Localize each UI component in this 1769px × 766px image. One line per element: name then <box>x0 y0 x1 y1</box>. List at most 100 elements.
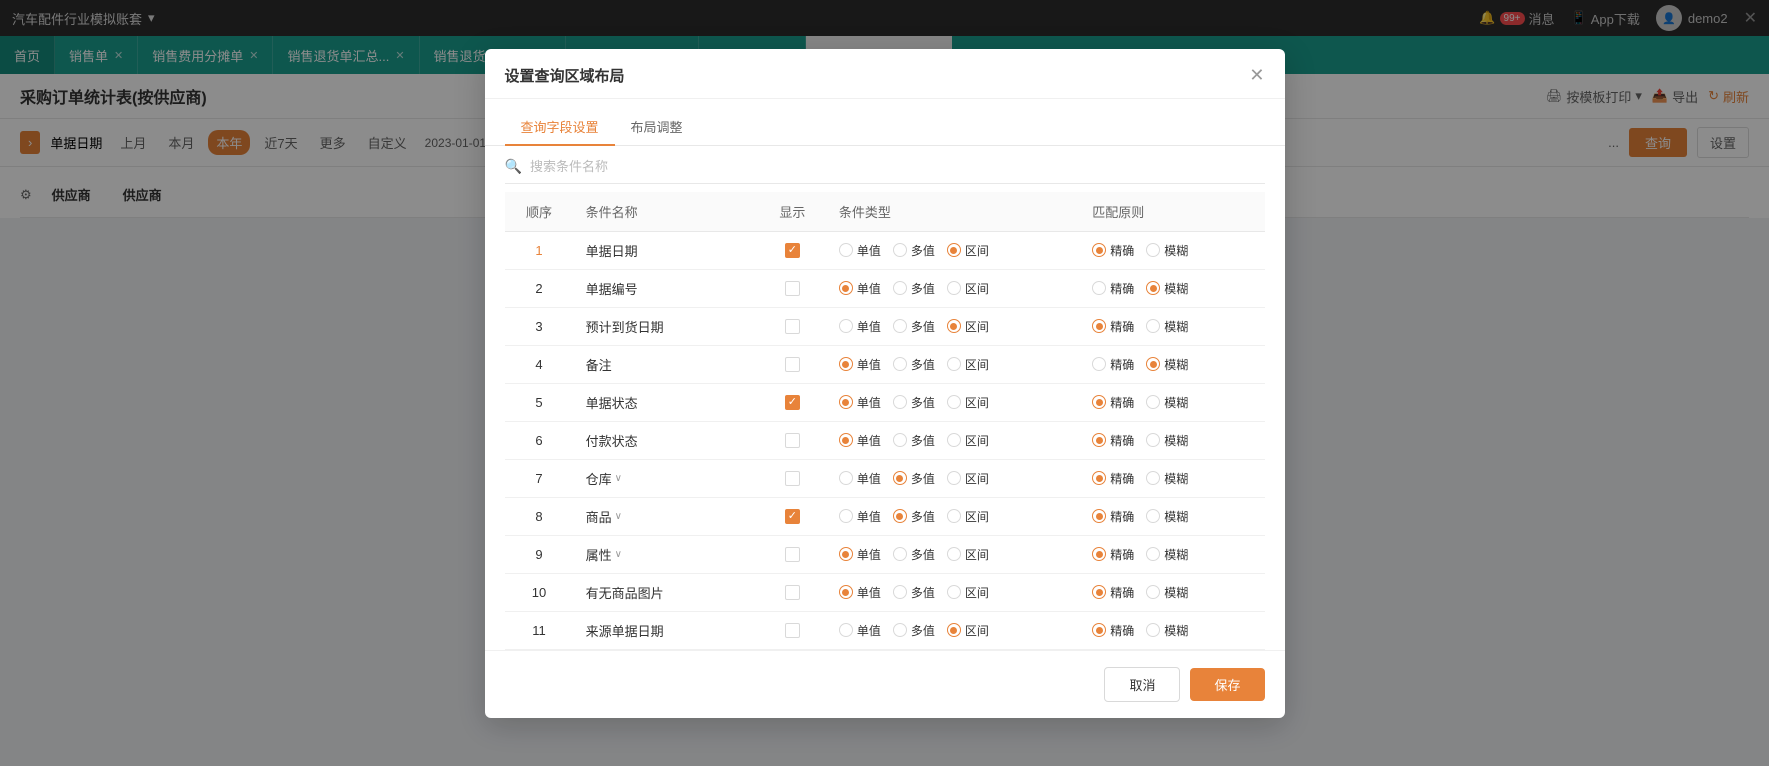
radio-match-模糊[interactable]: 模糊 <box>1146 432 1188 449</box>
radio-type-区间[interactable]: 区间 <box>947 584 989 601</box>
row-display-checkbox[interactable] <box>785 357 800 372</box>
radio-match-模糊[interactable]: 模糊 <box>1146 356 1188 373</box>
radio-type-单值[interactable]: 单值 <box>839 356 881 373</box>
radio-match-精确[interactable]: 精确 <box>1092 318 1134 335</box>
radio-type-单值[interactable]: 单值 <box>839 470 881 487</box>
radio-type-多值[interactable]: 多值 <box>893 432 935 449</box>
radio-label: 精确 <box>1110 546 1134 563</box>
radio-match-模糊[interactable]: 模糊 <box>1146 242 1188 259</box>
radio-match-模糊[interactable]: 模糊 <box>1146 508 1188 525</box>
tab-fields-label: 查询字段设置 <box>521 120 599 135</box>
radio-type-区间[interactable]: 区间 <box>947 242 989 259</box>
radio-type-单值[interactable]: 单值 <box>839 432 881 449</box>
save-btn[interactable]: 保存 <box>1190 668 1264 701</box>
row-display-checkbox[interactable] <box>785 585 800 600</box>
radio-label: 单值 <box>857 318 881 335</box>
radio-type-单值[interactable]: 单值 <box>839 546 881 563</box>
radio-type-区间[interactable]: 区间 <box>947 394 989 411</box>
radio-match-模糊[interactable]: 模糊 <box>1146 318 1188 335</box>
dialog-header: 设置查询区域布局 ✕ <box>485 49 1285 99</box>
tab-layout[interactable]: 布局调整 <box>615 109 699 146</box>
expand-icon[interactable]: ∨ <box>615 549 622 560</box>
row-order-num: 2 <box>535 281 542 296</box>
radio-match-精确[interactable]: 精确 <box>1092 470 1134 487</box>
radio-match-模糊[interactable]: 模糊 <box>1146 546 1188 563</box>
radio-match-精确[interactable]: 精确 <box>1092 546 1134 563</box>
radio-type-多值[interactable]: 多值 <box>893 584 935 601</box>
radio-match-精确[interactable]: 精确 <box>1092 622 1134 639</box>
radio-type-多值[interactable]: 多值 <box>893 318 935 335</box>
radio-match-模糊[interactable]: 模糊 <box>1146 584 1188 601</box>
radio-match-精确[interactable]: 精确 <box>1092 432 1134 449</box>
radio-match-模糊[interactable]: 模糊 <box>1146 280 1188 297</box>
radio-label: 精确 <box>1110 622 1134 639</box>
table-row: 2单据编号单值多值区间精确模糊 <box>505 269 1265 307</box>
radio-label: 区间 <box>965 394 989 411</box>
row-display-checkbox[interactable] <box>785 243 800 258</box>
radio-type-区间[interactable]: 区间 <box>947 508 989 525</box>
tab-fields[interactable]: 查询字段设置 <box>505 109 615 146</box>
expand-icon[interactable]: ∨ <box>615 473 622 484</box>
row-condition-name: 单据日期 <box>586 241 746 260</box>
radio-label: 区间 <box>965 508 989 525</box>
radio-type-单值[interactable]: 单值 <box>839 622 881 639</box>
radio-type-区间[interactable]: 区间 <box>947 470 989 487</box>
dialog-table: 顺序 条件名称 显示 条件类型 匹配原则 1单据日期单值多值区间精确模糊2单据编… <box>505 192 1265 650</box>
radio-label: 区间 <box>965 470 989 487</box>
radio-type-区间[interactable]: 区间 <box>947 318 989 335</box>
radio-type-区间[interactable]: 区间 <box>947 546 989 563</box>
radio-type-多值[interactable]: 多值 <box>893 508 935 525</box>
radio-label: 区间 <box>965 622 989 639</box>
row-display-checkbox[interactable] <box>785 395 800 410</box>
row-display-checkbox[interactable] <box>785 433 800 448</box>
radio-match-模糊[interactable]: 模糊 <box>1146 394 1188 411</box>
radio-match-精确[interactable]: 精确 <box>1092 280 1134 297</box>
row-display-checkbox[interactable] <box>785 509 800 524</box>
radio-match-精确[interactable]: 精确 <box>1092 242 1134 259</box>
radio-type-单值[interactable]: 单值 <box>839 280 881 297</box>
radio-type-单值[interactable]: 单值 <box>839 508 881 525</box>
radio-match-模糊[interactable]: 模糊 <box>1146 470 1188 487</box>
row-order-num: 3 <box>535 319 542 334</box>
radio-type-多值[interactable]: 多值 <box>893 356 935 373</box>
radio-type-单值[interactable]: 单值 <box>839 242 881 259</box>
radio-type-多值[interactable]: 多值 <box>893 242 935 259</box>
row-order-num: 10 <box>532 585 546 600</box>
radio-type-单值[interactable]: 单值 <box>839 318 881 335</box>
cancel-btn[interactable]: 取消 <box>1104 667 1180 702</box>
row-display-checkbox[interactable] <box>785 471 800 486</box>
radio-type-多值[interactable]: 多值 <box>893 470 935 487</box>
row-type-group: 单值多值区间 <box>839 356 1068 373</box>
row-display-checkbox[interactable] <box>785 281 800 296</box>
table-row: 6付款状态单值多值区间精确模糊 <box>505 421 1265 459</box>
radio-type-多值[interactable]: 多值 <box>893 280 935 297</box>
radio-type-多值[interactable]: 多值 <box>893 394 935 411</box>
dialog-table-header-row: 顺序 条件名称 显示 条件类型 匹配原则 <box>505 192 1265 232</box>
radio-type-多值[interactable]: 多值 <box>893 546 935 563</box>
radio-type-多值[interactable]: 多值 <box>893 622 935 639</box>
radio-match-精确[interactable]: 精确 <box>1092 584 1134 601</box>
radio-label: 模糊 <box>1164 622 1188 639</box>
row-display-checkbox[interactable] <box>785 319 800 334</box>
radio-type-区间[interactable]: 区间 <box>947 280 989 297</box>
radio-type-区间[interactable]: 区间 <box>947 356 989 373</box>
row-display-checkbox[interactable] <box>785 547 800 562</box>
expand-icon[interactable]: ∨ <box>615 511 622 522</box>
radio-type-单值[interactable]: 单值 <box>839 584 881 601</box>
radio-type-区间[interactable]: 区间 <box>947 622 989 639</box>
radio-label: 模糊 <box>1164 242 1188 259</box>
dialog-close-btn[interactable]: ✕ <box>1249 66 1264 84</box>
radio-match-模糊[interactable]: 模糊 <box>1146 622 1188 639</box>
radio-label: 模糊 <box>1164 546 1188 563</box>
search-input[interactable] <box>530 159 1265 174</box>
radio-type-单值[interactable]: 单值 <box>839 394 881 411</box>
radio-match-精确[interactable]: 精确 <box>1092 394 1134 411</box>
radio-type-区间[interactable]: 区间 <box>947 432 989 449</box>
row-match-group: 精确模糊 <box>1092 394 1252 411</box>
radio-match-精确[interactable]: 精确 <box>1092 356 1134 373</box>
th-type: 条件类型 <box>827 192 1080 232</box>
row-display-checkbox[interactable] <box>785 623 800 638</box>
radio-label: 单值 <box>857 508 881 525</box>
radio-match-精确[interactable]: 精确 <box>1092 508 1134 525</box>
dialog-tabs: 查询字段设置 布局调整 <box>485 99 1285 146</box>
